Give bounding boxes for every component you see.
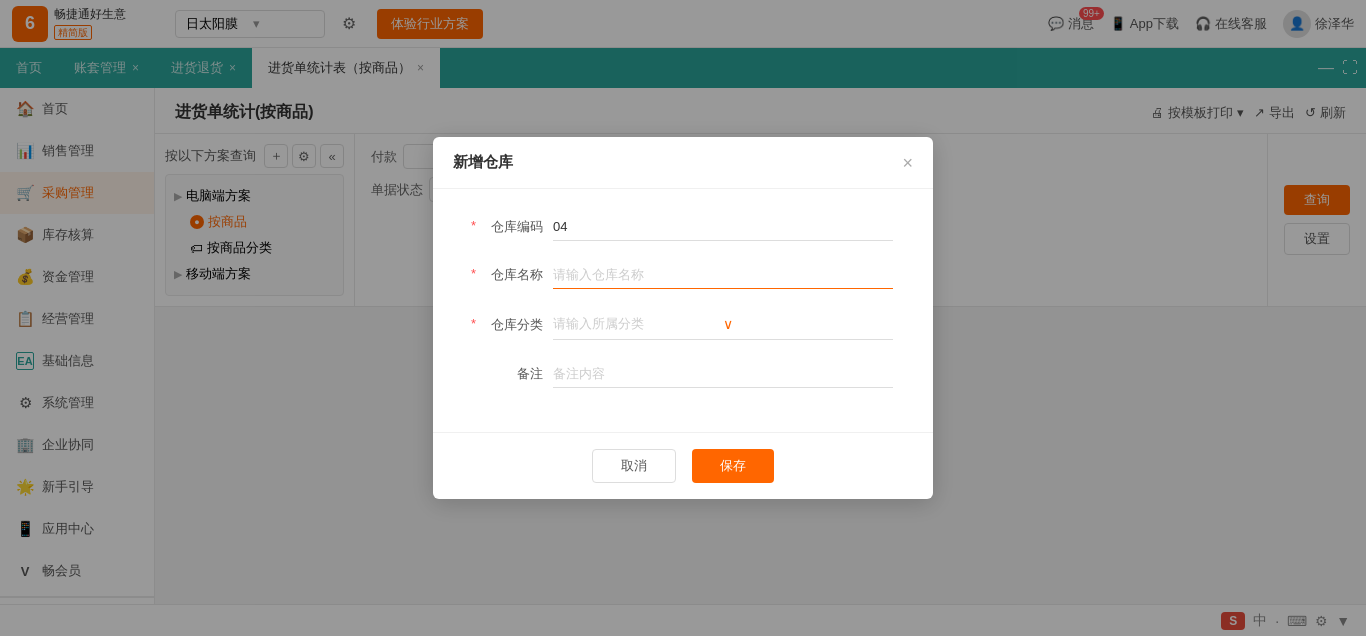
modal-title: 新增仓库 <box>453 153 902 172</box>
modal-body: 仓库编码 仓库名称 仓库分类 请输入所属分类 ∨ 备注 <box>433 189 933 432</box>
name-input[interactable] <box>553 261 893 289</box>
warehouse-note-row: 备注 <box>473 360 893 388</box>
note-input[interactable] <box>553 360 893 388</box>
name-label: 仓库名称 <box>473 266 553 284</box>
cancel-button[interactable]: 取消 <box>592 449 676 483</box>
category-label: 仓库分类 <box>473 316 553 334</box>
warehouse-category-row: 仓库分类 请输入所属分类 ∨ <box>473 309 893 340</box>
category-dropdown-arrow: ∨ <box>723 316 893 332</box>
modal-overlay: 新增仓库 × 仓库编码 仓库名称 仓库分类 请输入所属分类 ∨ <box>0 0 1366 636</box>
warehouse-code-row: 仓库编码 <box>473 213 893 241</box>
modal-header: 新增仓库 × <box>433 137 933 189</box>
add-warehouse-modal: 新增仓库 × 仓库编码 仓库名称 仓库分类 请输入所属分类 ∨ <box>433 137 933 499</box>
category-select[interactable]: 请输入所属分类 ∨ <box>553 309 893 340</box>
warehouse-name-row: 仓库名称 <box>473 261 893 289</box>
modal-footer: 取消 保存 <box>433 432 933 499</box>
code-label: 仓库编码 <box>473 218 553 236</box>
code-input[interactable] <box>553 213 893 241</box>
save-button[interactable]: 保存 <box>692 449 774 483</box>
note-label: 备注 <box>473 365 553 383</box>
modal-close-button[interactable]: × <box>902 154 913 172</box>
